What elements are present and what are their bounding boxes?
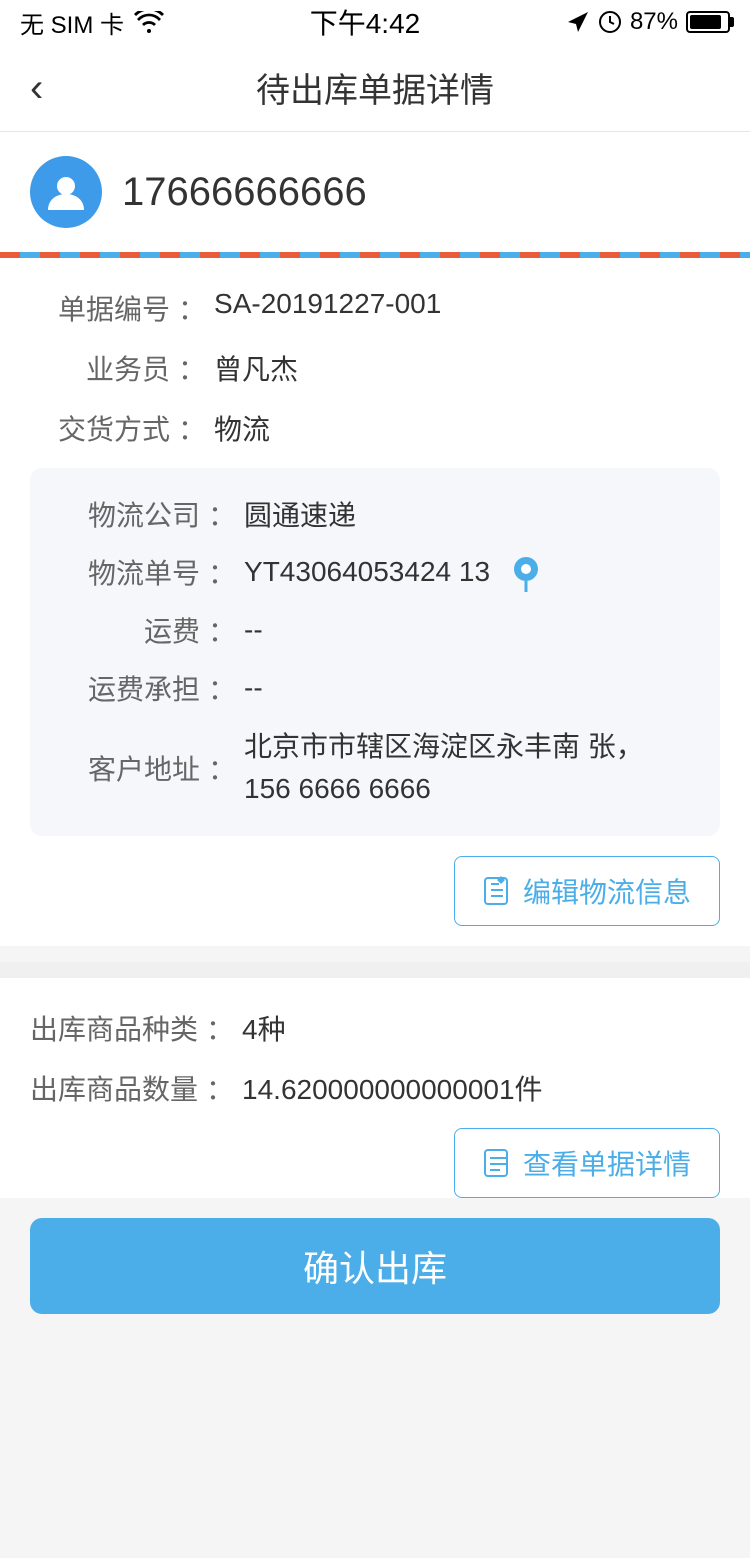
salesman-row: 业务员 ： 曾凡杰: [30, 348, 720, 388]
address-value: 北京市市辖区海淀区永丰南 张，156 6666 6666: [244, 726, 690, 810]
product-section: 出库商品种类 ： 4种 出库商品数量 ： 14.620000000000001件…: [0, 978, 750, 1218]
section-divider: [0, 962, 750, 978]
page-title: 待出库单据详情: [256, 63, 494, 112]
avatar-icon: [44, 170, 88, 214]
view-detail-btn-row: 查看单据详情: [30, 1128, 720, 1198]
edit-icon: [483, 876, 513, 906]
salesman-label: 业务员: [30, 348, 170, 388]
wifi-icon: [134, 11, 164, 33]
status-time: 下午4:42: [310, 2, 421, 42]
tracking-label: 物流单号: [60, 552, 200, 592]
order-number-value: SA-20191227-001: [214, 288, 720, 328]
address-label: 客户地址: [60, 748, 200, 788]
tracking-row: 物流单号 ： YT43064053424 13: [60, 552, 690, 592]
logistics-company-label: 物流公司: [60, 494, 200, 534]
location-arrow-icon: [566, 10, 590, 34]
address-row: 客户地址 ： 北京市市辖区海淀区永丰南 张，156 6666 6666: [60, 726, 690, 810]
avatar: [30, 156, 102, 228]
view-detail-button[interactable]: 查看单据详情: [454, 1128, 720, 1198]
back-button[interactable]: ‹: [30, 68, 43, 108]
confirm-btn-bar: 确认出库: [0, 1198, 750, 1334]
logistics-company-value: 圆通速递: [244, 494, 690, 534]
carrier-label: 无 SIM 卡: [20, 5, 124, 40]
product-type-value: 4种: [242, 1008, 286, 1048]
user-card: 17666666666: [0, 132, 750, 252]
battery-percent: 87%: [630, 8, 678, 36]
product-type-row: 出库商品种类 ： 4种: [30, 1008, 720, 1048]
salesman-value: 曾凡杰: [214, 348, 720, 388]
clock-icon: [598, 10, 622, 34]
delivery-row: 交货方式 ： 物流: [30, 408, 720, 448]
edit-btn-row: 编辑物流信息: [30, 856, 720, 926]
status-bar: 无 SIM 卡 下午4:42 87%: [0, 0, 750, 44]
product-type-label: 出库商品种类: [30, 1008, 198, 1048]
order-info-section: 单据编号 ： SA-20191227-001 业务员 ： 曾凡杰 交货方式 ： …: [0, 258, 750, 946]
product-quantity-value: 14.620000000000001件: [242, 1068, 543, 1108]
freight-row: 运费 ： --: [60, 610, 690, 650]
map-pin-icon[interactable]: [506, 552, 546, 592]
status-right: 87%: [566, 8, 730, 36]
edit-logistics-button[interactable]: 编辑物流信息: [454, 856, 720, 926]
product-quantity-label: 出库商品数量: [30, 1068, 198, 1108]
logistics-card: 物流公司 ： 圆通速递 物流单号 ： YT43064053424 13 运费: [30, 468, 720, 836]
battery-icon: [686, 11, 730, 33]
freight-label: 运费: [60, 610, 200, 650]
document-icon: [483, 1148, 513, 1178]
nav-bar: ‹ 待出库单据详情: [0, 44, 750, 132]
status-left: 无 SIM 卡: [20, 5, 164, 40]
tracking-value: YT43064053424 13: [244, 556, 490, 588]
confirm-label: 确认出库: [303, 1240, 447, 1292]
delivery-label: 交货方式: [30, 408, 170, 448]
edit-logistics-label: 编辑物流信息: [523, 871, 691, 911]
view-detail-label: 查看单据详情: [523, 1143, 691, 1183]
product-quantity-row: 出库商品数量 ： 14.620000000000001件: [30, 1068, 720, 1108]
logistics-company-row: 物流公司 ： 圆通速递: [60, 494, 690, 534]
freight-bear-value: --: [244, 672, 690, 704]
confirm-button[interactable]: 确认出库: [30, 1218, 720, 1314]
freight-bear-row: 运费承担 ： --: [60, 668, 690, 708]
user-phone: 17666666666: [122, 170, 367, 215]
delivery-value: 物流: [214, 408, 720, 448]
order-number-label: 单据编号: [30, 288, 170, 328]
freight-bear-label: 运费承担: [60, 668, 200, 708]
freight-value: --: [244, 614, 690, 646]
order-number-row: 单据编号 ： SA-20191227-001: [30, 288, 720, 328]
